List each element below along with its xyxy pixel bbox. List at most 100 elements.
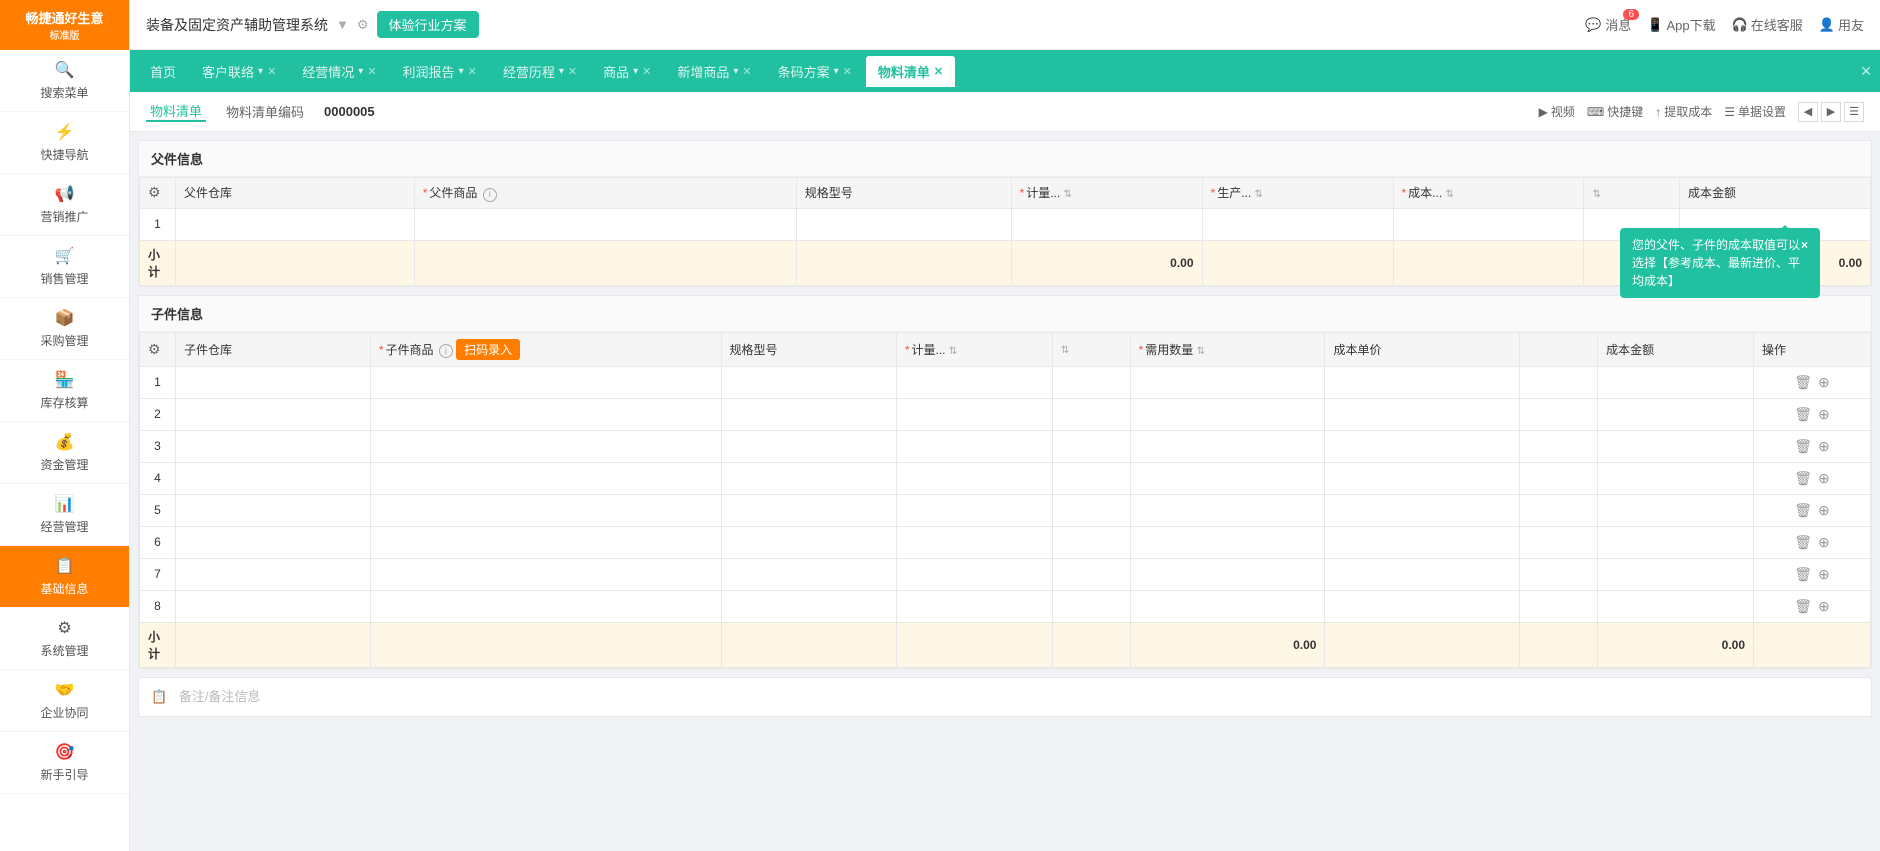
child-delete-5[interactable]: 🗑 (1794, 534, 1812, 551)
nav-tab-close-7[interactable]: ✕ (843, 65, 852, 78)
child-unit-cost-2[interactable] (1325, 430, 1520, 462)
extract-cost-btn[interactable]: ↑ 提取成本 (1655, 103, 1712, 120)
list-view-btn[interactable]: ☰ (1844, 102, 1864, 122)
child-spec-0[interactable] (721, 366, 896, 398)
nav-tab-close-4[interactable]: ✕ (568, 65, 577, 78)
child-copy-2[interactable]: ⊕ (1818, 438, 1830, 455)
nav-tab-close-6[interactable]: ✕ (742, 65, 751, 78)
app-download-btn[interactable]: 📱 App下载 (1647, 15, 1715, 34)
nav-tab-arrow-6[interactable]: ▾ (733, 66, 738, 77)
online-service-btn[interactable]: 🎧 在线客服 (1732, 15, 1803, 34)
child-unit-cost-5[interactable] (1325, 526, 1520, 558)
sidebar-item-2[interactable]: 📢营销推广 (0, 174, 129, 236)
nav-tab-close-1[interactable]: ✕ (267, 65, 276, 78)
nav-tab-7[interactable]: 条码方案▾✕ (766, 56, 864, 87)
child-delete-3[interactable]: 🗑 (1794, 470, 1812, 487)
child-product-5[interactable] (370, 526, 721, 558)
child-qty-2[interactable] (1130, 430, 1325, 462)
nav-tab-arrow-5[interactable]: ▾ (633, 66, 638, 77)
sidebar-item-6[interactable]: 💰资金管理 (0, 422, 129, 484)
parent-unit-cell[interactable] (1011, 208, 1202, 240)
nav-tab-close-2[interactable]: ✕ (367, 65, 376, 78)
child-unit-cost-1[interactable] (1325, 398, 1520, 430)
nav-tab-3[interactable]: 利润报告▾✕ (391, 56, 489, 87)
nav-tab-4[interactable]: 经营历程▾✕ (491, 56, 589, 87)
child-copy-0[interactable]: ⊕ (1818, 374, 1830, 391)
child-delete-1[interactable]: 🗑 (1794, 406, 1812, 423)
child-warehouse-3[interactable] (176, 462, 371, 494)
sidebar-item-11[interactable]: 🎯新手引导 (0, 732, 129, 794)
tooltip-close-btn[interactable]: × (1801, 236, 1808, 254)
nav-tab-close-3[interactable]: ✕ (468, 65, 477, 78)
sidebar-item-9[interactable]: ⚙系统管理 (0, 608, 129, 670)
nav-tab-close-8[interactable]: ✕ (934, 65, 943, 78)
child-spec-6[interactable] (721, 558, 896, 590)
parent-settings-gear[interactable]: ⚙ (148, 184, 161, 201)
child-settings-gear[interactable]: ⚙ (148, 341, 161, 358)
sidebar-item-1[interactable]: ⚡快捷导航 (0, 112, 129, 174)
child-qty-7[interactable] (1130, 590, 1325, 622)
child-product-7[interactable] (370, 590, 721, 622)
child-unit-4[interactable] (896, 494, 1052, 526)
child-product-2[interactable] (370, 430, 721, 462)
child-unit-2[interactable] (896, 430, 1052, 462)
child-product-info[interactable]: i (439, 344, 453, 358)
message-btn[interactable]: 💬 消息 6 (1585, 15, 1631, 34)
child-spec-4[interactable] (721, 494, 896, 526)
nav-tab-8[interactable]: 物料清单✕ (866, 56, 955, 87)
shortcut-btn[interactable]: ⌨ 快捷键 (1587, 103, 1643, 120)
child-copy-5[interactable]: ⊕ (1818, 534, 1830, 551)
gear-btn[interactable]: ⚙ (357, 17, 369, 33)
child-qty-5[interactable] (1130, 526, 1325, 558)
sidebar-item-10[interactable]: 🤝企业协同 (0, 670, 129, 732)
sidebar-item-3[interactable]: 🛒销售管理 (0, 236, 129, 298)
view-btn[interactable]: ▶ 视频 (1539, 103, 1575, 120)
sidebar-item-7[interactable]: 📊经营管理 (0, 484, 129, 546)
child-warehouse-0[interactable] (176, 366, 371, 398)
child-warehouse-4[interactable] (176, 494, 371, 526)
nav-tab-1[interactable]: 客户联络▾✕ (190, 56, 288, 87)
sidebar-item-4[interactable]: 📦采购管理 (0, 298, 129, 360)
child-product-1[interactable] (370, 398, 721, 430)
nav-tab-arrow-1[interactable]: ▾ (258, 66, 263, 77)
child-unit-cost-4[interactable] (1325, 494, 1520, 526)
child-copy-1[interactable]: ⊕ (1818, 406, 1830, 423)
child-unit-7[interactable] (896, 590, 1052, 622)
parent-product-cell[interactable] (414, 208, 796, 240)
child-unit-cost-3[interactable] (1325, 462, 1520, 494)
child-warehouse-5[interactable] (176, 526, 371, 558)
try-button[interactable]: 体验行业方案 (377, 11, 479, 38)
nav-tab-arrow-3[interactable]: ▾ (459, 66, 464, 77)
nav-tab-2[interactable]: 经营情况▾✕ (290, 56, 388, 87)
nav-tab-arrow-4[interactable]: ▾ (559, 66, 564, 77)
child-unit-1[interactable] (896, 398, 1052, 430)
child-unit-cost-0[interactable] (1325, 366, 1520, 398)
child-spec-1[interactable] (721, 398, 896, 430)
close-all-icon[interactable]: ✕ (1860, 63, 1872, 80)
child-qty-0[interactable] (1130, 366, 1325, 398)
child-product-6[interactable] (370, 558, 721, 590)
nav-tab-5[interactable]: 商品▾✕ (591, 56, 663, 87)
child-copy-3[interactable]: ⊕ (1818, 470, 1830, 487)
child-unit-5[interactable] (896, 526, 1052, 558)
dropdown-arrow[interactable]: ▼ (336, 17, 349, 32)
parent-cost-cell[interactable] (1393, 208, 1584, 240)
sub-tab-list[interactable]: 物料清单 (146, 101, 206, 122)
child-unit-cost-6[interactable] (1325, 558, 1520, 590)
child-qty-6[interactable] (1130, 558, 1325, 590)
child-warehouse-6[interactable] (176, 558, 371, 590)
child-qty-4[interactable] (1130, 494, 1325, 526)
single-setting-btn[interactable]: ☰ 单据设置 (1724, 103, 1786, 120)
child-copy-4[interactable]: ⊕ (1818, 502, 1830, 519)
child-product-0[interactable] (370, 366, 721, 398)
sidebar-item-0[interactable]: 🔍搜索菜单 (0, 50, 129, 112)
child-qty-1[interactable] (1130, 398, 1325, 430)
child-unit-0[interactable] (896, 366, 1052, 398)
child-unit-cost-7[interactable] (1325, 590, 1520, 622)
child-delete-0[interactable]: 🗑 (1794, 374, 1812, 391)
sidebar-item-8[interactable]: 📋基础信息 (0, 546, 129, 608)
nav-tab-arrow-2[interactable]: ▾ (358, 66, 363, 77)
child-warehouse-7[interactable] (176, 590, 371, 622)
child-warehouse-2[interactable] (176, 430, 371, 462)
child-unit-3[interactable] (896, 462, 1052, 494)
